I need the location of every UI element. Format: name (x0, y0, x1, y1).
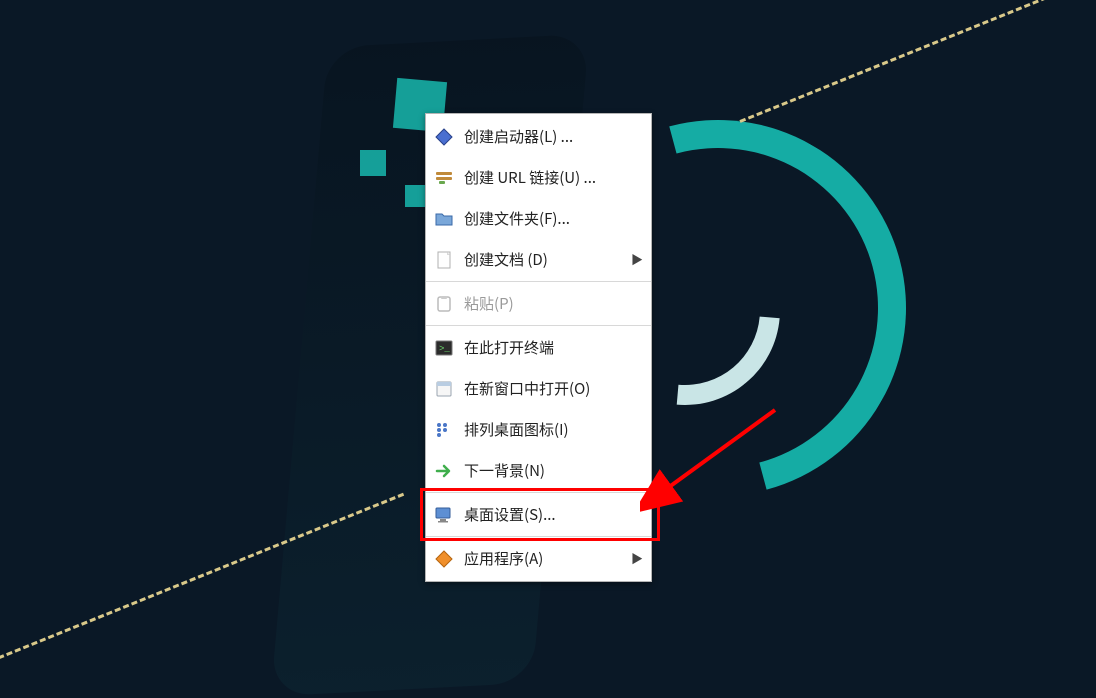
next-background-item[interactable]: 下一背景(N) (426, 450, 651, 491)
wallpaper-square (360, 150, 386, 176)
menu-item-label: 下一背景(N) (464, 460, 545, 481)
menu-item-label: 排列桌面图标(I) (464, 419, 569, 440)
paste-icon (434, 294, 454, 314)
applications-item[interactable]: 应用程序(A) ▶ (426, 538, 651, 579)
menu-item-label: 创建文件夹(F)... (464, 208, 570, 229)
applications-icon (434, 549, 454, 569)
arrange-icons-item[interactable]: 排列桌面图标(I) (426, 409, 651, 450)
menu-item-label: 在新窗口中打开(O) (464, 378, 590, 399)
menu-item-label: 创建启动器(L) ... (464, 126, 573, 147)
launcher-icon (434, 127, 454, 147)
create-folder-item[interactable]: 创建文件夹(F)... (426, 198, 651, 239)
file-manager-icon (434, 379, 454, 399)
menu-separator (426, 281, 651, 282)
menu-item-label: 应用程序(A) (464, 548, 543, 569)
url-link-icon (434, 168, 454, 188)
desktop[interactable]: 创建启动器(L) ... 创建 URL 链接(U) ... 创建文件夹(F)..… (0, 0, 1096, 698)
submenu-arrow-icon: ▶ (631, 251, 643, 268)
submenu-arrow-icon: ▶ (631, 550, 643, 567)
menu-item-label: 粘贴(P) (464, 293, 514, 314)
desktop-context-menu: 创建启动器(L) ... 创建 URL 链接(U) ... 创建文件夹(F)..… (425, 113, 652, 582)
desktop-settings-icon (434, 505, 454, 525)
create-url-link-item[interactable]: 创建 URL 链接(U) ... (426, 157, 651, 198)
menu-item-label: 创建 URL 链接(U) ... (464, 167, 596, 188)
arrange-icon (434, 420, 454, 440)
menu-separator (426, 536, 651, 537)
folder-icon (434, 209, 454, 229)
open-new-window-item[interactable]: 在新窗口中打开(O) (426, 368, 651, 409)
menu-separator (426, 492, 651, 493)
svg-text:>_: >_ (439, 344, 450, 354)
desktop-settings-item[interactable]: 桌面设置(S)... (426, 494, 651, 535)
create-document-item[interactable]: 创建文档 (D) ▶ (426, 239, 651, 280)
menu-item-label: 创建文档 (D) (464, 249, 548, 270)
wallpaper-line (739, 0, 1096, 123)
terminal-icon: >_ (434, 338, 454, 358)
menu-separator (426, 325, 651, 326)
paste-item: 粘贴(P) (426, 283, 651, 324)
create-launcher-item[interactable]: 创建启动器(L) ... (426, 116, 651, 157)
menu-item-label: 在此打开终端 (464, 337, 554, 358)
wallpaper-square (405, 185, 427, 207)
next-arrow-icon (434, 461, 454, 481)
open-terminal-item[interactable]: >_ 在此打开终端 (426, 327, 651, 368)
document-icon (434, 250, 454, 270)
menu-item-label: 桌面设置(S)... (464, 504, 556, 525)
